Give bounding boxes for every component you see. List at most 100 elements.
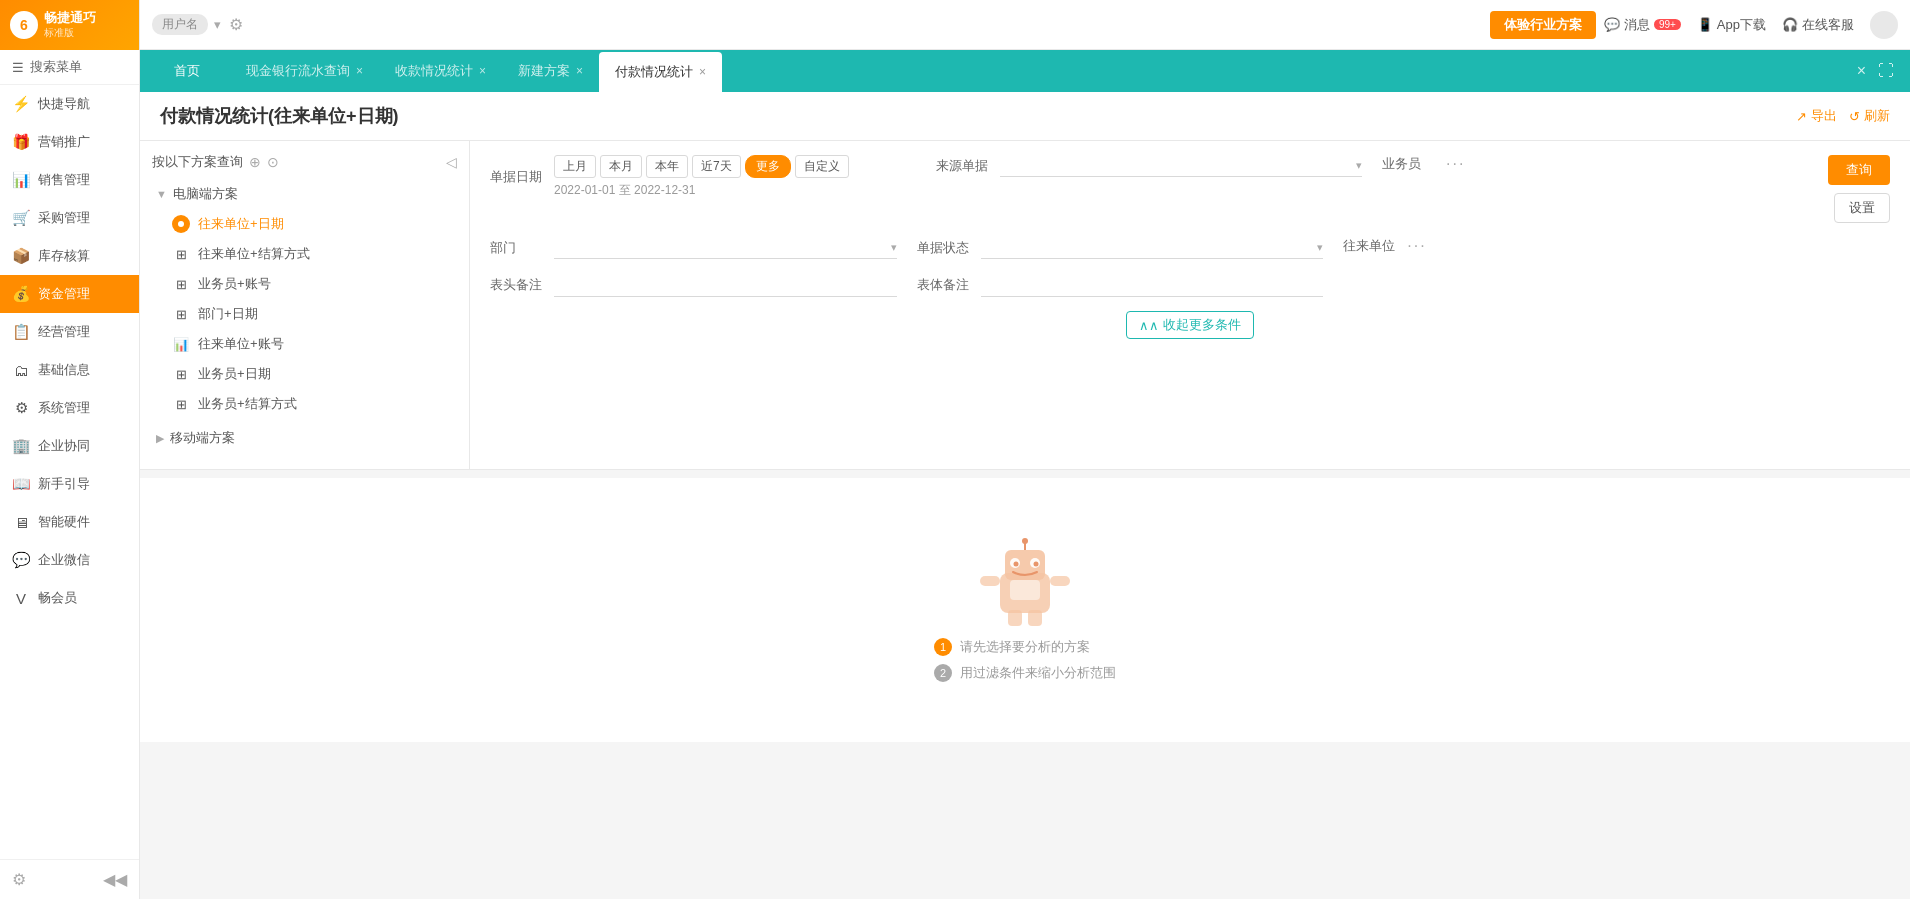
sidebar-item-hardware[interactable]: 🖥 智能硬件: [0, 503, 139, 541]
settings-footer-icon[interactable]: ⚙: [12, 870, 26, 889]
trial-btn[interactable]: 体验行业方案: [1490, 11, 1596, 39]
svg-rect-11: [1008, 610, 1022, 626]
sidebar-item-inventory[interactable]: 📦 库存核算: [0, 237, 139, 275]
mobile-section-arrow-icon: ▶: [156, 432, 164, 445]
page-title: 付款情况统计(往来单位+日期): [160, 104, 399, 128]
scheme-settings-icon[interactable]: ⊙: [267, 154, 279, 170]
partner-more-btn[interactable]: ···: [1407, 237, 1426, 255]
filter-group-header-note: 表头备注: [490, 273, 897, 297]
search-icon: ☰: [12, 60, 24, 75]
last-month-btn[interactable]: 上月: [554, 155, 596, 178]
doc-status-select[interactable]: ▾: [981, 237, 1324, 259]
tab-payment-stats[interactable]: 付款情况统计 ×: [599, 52, 722, 92]
sidebar-item-enterprise[interactable]: 🏢 企业协同: [0, 427, 139, 465]
dept-label: 部门: [490, 239, 546, 257]
filter-row-3: 表头备注 表体备注: [490, 273, 1890, 297]
tab-close-receipt-stats[interactable]: ×: [479, 65, 486, 77]
tab-home[interactable]: 首页: [144, 50, 230, 92]
scheme-staff-account[interactable]: ⊞ 业务员+账号: [164, 269, 457, 299]
filter-row-1: 单据日期 上月 本月 本年 近7天 更多 自定义 2022-01-01 至 20…: [490, 155, 1890, 223]
this-month-btn[interactable]: 本月: [600, 155, 642, 178]
tab-receipt-stats[interactable]: 收款情况统计 ×: [379, 50, 502, 92]
tab-close-payment-stats[interactable]: ×: [699, 66, 706, 78]
user-avatar[interactable]: [1870, 11, 1898, 39]
cart-icon: 🛒: [12, 209, 30, 227]
topbar-user-area: 用户名 ▾ ⚙: [152, 14, 1482, 35]
staff-more-btn[interactable]: ···: [1446, 155, 1465, 173]
sidebar-item-guide[interactable]: 📖 新手引导: [0, 465, 139, 503]
message-btn[interactable]: 💬 消息 99+: [1604, 16, 1681, 34]
tab-close-bank-flow[interactable]: ×: [356, 65, 363, 77]
scheme-unit-date[interactable]: 往来单位+日期: [164, 209, 457, 239]
svg-point-6: [1034, 562, 1039, 567]
collapse-btn-row: ∧∧ 收起更多条件: [490, 311, 1890, 339]
online-service-btn[interactable]: 🎧 在线客服: [1782, 16, 1854, 34]
sidebar-item-weixin[interactable]: 💬 企业微信: [0, 541, 139, 579]
dept-select[interactable]: ▾: [554, 237, 897, 259]
sidebar-item-purchase[interactable]: 🛒 采购管理: [0, 199, 139, 237]
add-scheme-icon[interactable]: ⊕: [249, 154, 261, 170]
collapse-filter-icon[interactable]: ◁: [446, 154, 457, 170]
filter-group-dept: 部门 ▾: [490, 237, 897, 259]
sidebar-item-finance[interactable]: 💰 资金管理: [0, 275, 139, 313]
svg-rect-10: [1050, 576, 1070, 586]
sidebar: 6 畅捷通巧 标准版 ☰ 搜索菜单 ⚡ 快捷导航 🎁 营销推广 📊 销售管理 🛒…: [0, 0, 140, 899]
robot-svg: [975, 538, 1075, 628]
scheme-staff-settle[interactable]: ⊞ 业务员+结算方式: [164, 389, 457, 419]
export-btn[interactable]: ↗ 导出: [1796, 107, 1837, 125]
query-btn[interactable]: 查询: [1828, 155, 1890, 185]
doc-status-label: 单据状态: [917, 239, 973, 257]
chart-scheme-icon: 📊: [172, 335, 190, 353]
setting-btn[interactable]: 设置: [1834, 193, 1890, 223]
scheme-unit-settle[interactable]: ⊞ 往来单位+结算方式: [164, 239, 457, 269]
date-range-display: 2022-01-01 至 2022-12-31: [554, 182, 849, 199]
sidebar-item-system[interactable]: ⚙ 系统管理: [0, 389, 139, 427]
source-label: 来源单据: [936, 157, 992, 175]
collapse-sidebar-icon[interactable]: ◀◀: [103, 870, 127, 889]
app-download-btn[interactable]: 📱 App下载: [1697, 16, 1766, 34]
filter-group-body-note: 表体备注: [917, 273, 1324, 297]
sidebar-item-member[interactable]: V 畅会员: [0, 579, 139, 617]
user-dropdown-icon[interactable]: ▾: [214, 17, 221, 32]
book-icon: 📖: [12, 475, 30, 493]
sidebar-item-sales[interactable]: 📊 销售管理: [0, 161, 139, 199]
this-year-btn[interactable]: 本年: [646, 155, 688, 178]
mobile-section-title[interactable]: ▶ 移动端方案: [152, 423, 457, 453]
svg-point-0: [178, 221, 184, 227]
tab-close-new-scheme[interactable]: ×: [576, 65, 583, 77]
header-note-input[interactable]: [554, 273, 897, 297]
topbar-settings-icon[interactable]: ⚙: [229, 15, 243, 34]
source-select[interactable]: ▾: [1000, 155, 1362, 177]
refresh-btn[interactable]: ↺ 刷新: [1849, 107, 1890, 125]
collapse-more-btn[interactable]: ∧∧ 收起更多条件: [1126, 311, 1254, 339]
collapse-up-icon: ∧∧: [1139, 318, 1159, 333]
sidebar-item-basic-info[interactable]: 🗂 基础信息: [0, 351, 139, 389]
user-name-display[interactable]: 用户名: [152, 14, 208, 35]
sidebar-item-operations[interactable]: 📋 经营管理: [0, 313, 139, 351]
scheme-staff-date[interactable]: ⊞ 业务员+日期: [164, 359, 457, 389]
search-menu[interactable]: ☰ 搜索菜单: [0, 50, 139, 85]
tab-bank-flow[interactable]: 现金银行流水查询 ×: [230, 50, 379, 92]
table-scheme-icon4: ⊞: [172, 365, 190, 383]
body-note-input[interactable]: [981, 273, 1324, 297]
scheme-unit-account[interactable]: 📊 往来单位+账号: [164, 329, 457, 359]
scheme-dept-date[interactable]: ⊞ 部门+日期: [164, 299, 457, 329]
last-7-days-btn[interactable]: 近7天: [692, 155, 741, 178]
section-arrow-icon: ▼: [156, 188, 167, 200]
logo-text: 畅捷通巧 标准版: [44, 10, 96, 40]
building-icon: 🏢: [12, 437, 30, 455]
sidebar-item-marketing[interactable]: 🎁 营销推广: [0, 123, 139, 161]
tab-new-scheme[interactable]: 新建方案 ×: [502, 50, 599, 92]
sidebar-item-quick-nav[interactable]: ⚡ 快捷导航: [0, 85, 139, 123]
maximize-btn[interactable]: ⛶: [1874, 58, 1898, 84]
empty-illustration: [975, 538, 1075, 618]
sidebar-nav: ⚡ 快捷导航 🎁 营销推广 📊 销售管理 🛒 采购管理 📦 库存核算 💰 资金管…: [0, 85, 139, 859]
filter-group-date: 单据日期 上月 本月 本年 近7天 更多 自定义 2022-01-01 至 20…: [490, 155, 916, 199]
close-all-tabs-btn[interactable]: ×: [1853, 58, 1870, 84]
doc-status-select-arrow: ▾: [1317, 241, 1323, 254]
gift-icon: 🎁: [12, 133, 30, 151]
logo-icon: 6: [10, 11, 38, 39]
custom-date-btn[interactable]: 自定义: [795, 155, 849, 178]
desktop-section-title[interactable]: ▼ 电脑端方案: [152, 179, 457, 209]
more-date-btn[interactable]: 更多: [745, 155, 791, 178]
